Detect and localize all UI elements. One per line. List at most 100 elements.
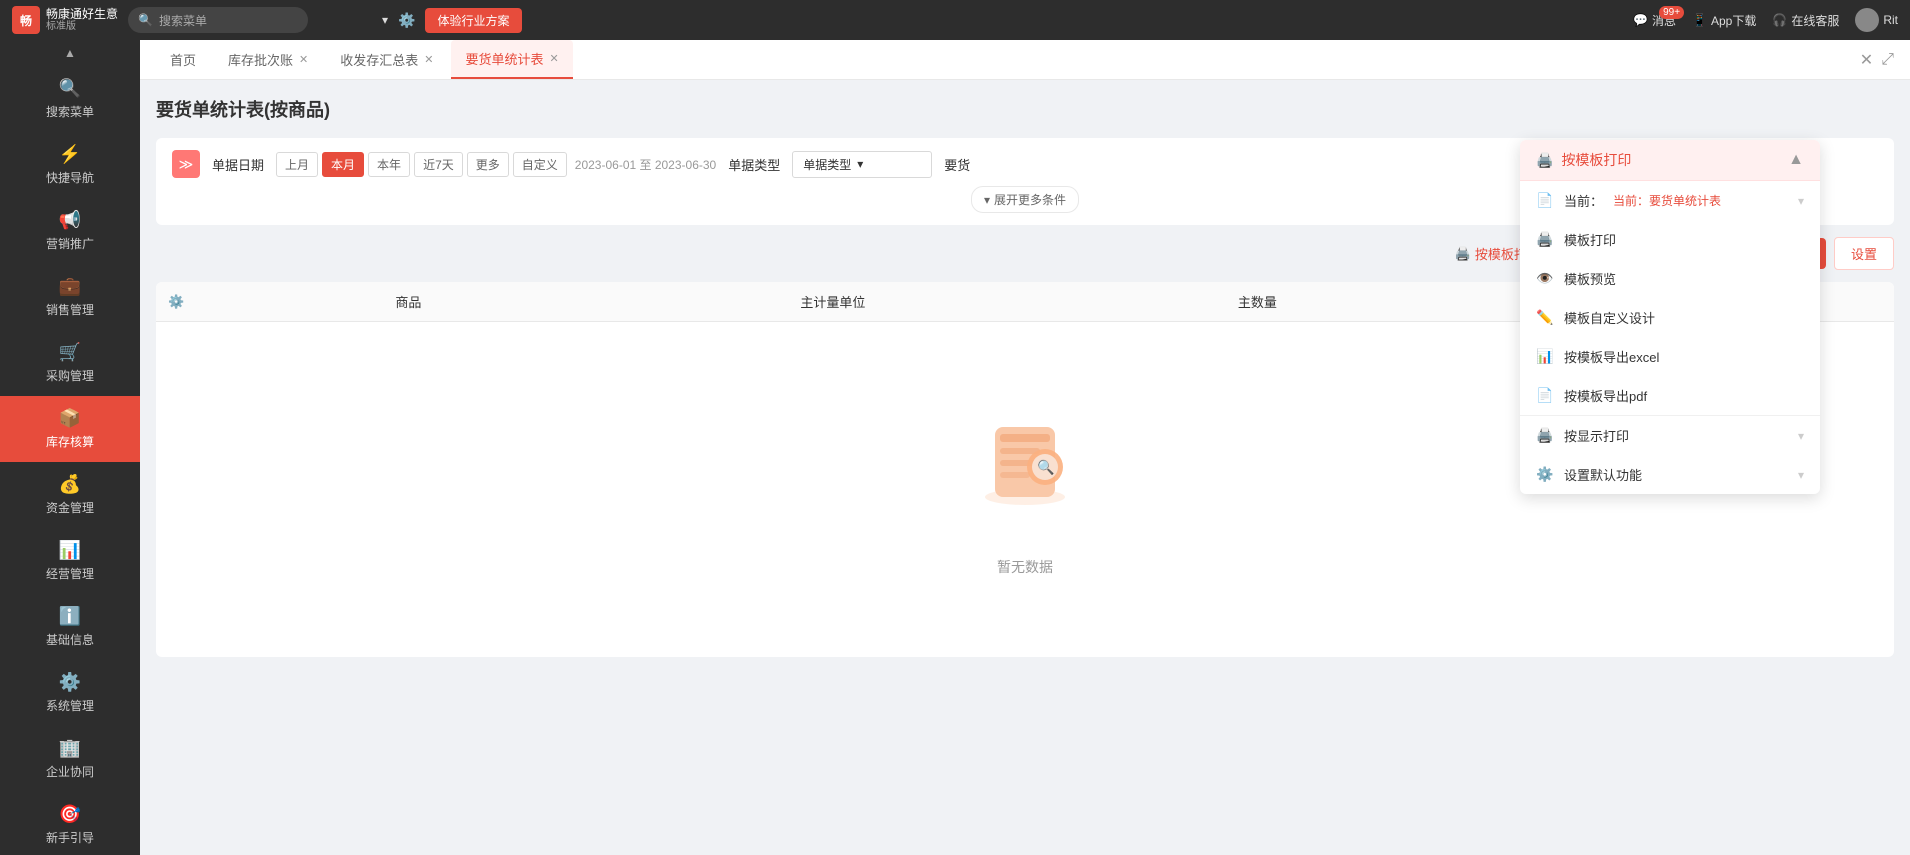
print-dropdown-panel: 🖨️ 按模板打印 ▲ 📄 当前： 当前：要货单统计表 ▾ 🖨️ 模板打印 👁️ … xyxy=(1520,140,1820,494)
top-bar-right: 💬 消息 99+ 📱 App下载 🎧 在线客服 Rit xyxy=(1633,8,1898,32)
sidebar-scroll-up[interactable]: ▲ xyxy=(0,40,140,66)
messages-item[interactable]: 💬 消息 99+ xyxy=(1633,12,1676,29)
logo-sub: 标准版 xyxy=(46,21,118,33)
app-download-label: App下载 xyxy=(1711,12,1756,29)
sidebar-label-basic: 基础信息 xyxy=(46,631,94,648)
page-title: 要货单统计表(按商品) xyxy=(156,96,1894,122)
template-pdf-icon: 📄 xyxy=(1536,387,1554,405)
tab-batch-close[interactable]: ✕ xyxy=(299,53,308,66)
display-print-arrow: ▾ xyxy=(1798,429,1804,443)
chevron-down-icon-select: ▾ xyxy=(857,157,863,171)
date-btn-7days[interactable]: 近7天 xyxy=(414,152,463,177)
enterprise-icon: 🏢 xyxy=(59,738,81,759)
expand-more-label: 展开更多条件 xyxy=(994,191,1066,208)
sidebar-item-basic[interactable]: ℹ️ 基础信息 xyxy=(0,594,140,660)
sidebar-label-system: 系统管理 xyxy=(46,697,94,714)
quick-nav-icon: ⚡ xyxy=(59,144,81,165)
set-default-icon: ⚙️ xyxy=(1536,466,1554,484)
tab-goods-stats[interactable]: 要货单统计表 ✕ xyxy=(451,40,572,79)
trial-button[interactable]: 体验行业方案 xyxy=(425,8,521,33)
logo-title: 畅康通好生意 xyxy=(46,7,118,21)
date-btn-custom[interactable]: 自定义 xyxy=(513,152,567,177)
print-current-label: 当前： xyxy=(1564,191,1603,210)
app-download-item[interactable]: 📱 App下载 xyxy=(1692,12,1756,29)
template-print-icon: 🖨️ xyxy=(1536,231,1554,249)
date-btn-last-month[interactable]: 上月 xyxy=(276,152,318,177)
search-nav-icon: 🔍 xyxy=(59,78,81,99)
tab-receipts[interactable]: 收发存汇总表 ✕ xyxy=(326,40,447,79)
tab-batch[interactable]: 库存批次账 ✕ xyxy=(214,40,322,79)
nav-dropdown[interactable]: ▾ xyxy=(318,13,388,27)
sidebar-item-quick[interactable]: ⚡ 快捷导航 xyxy=(0,132,140,198)
tab-home-label: 首页 xyxy=(170,50,196,69)
template-design-label: 模板自定义设计 xyxy=(1564,308,1655,327)
tab-receipts-label: 收发存汇总表 xyxy=(340,50,418,69)
date-btn-this-year[interactable]: 本年 xyxy=(368,152,410,177)
print-current-arrow: ▾ xyxy=(1798,194,1804,208)
date-btn-more[interactable]: 更多 xyxy=(467,152,509,177)
tab-bar-actions: ✕ ⤢ xyxy=(1860,50,1894,70)
tab-bar: 首页 库存批次账 ✕ 收发存汇总表 ✕ 要货单统计表 ✕ ✕ ⤢ xyxy=(140,40,1910,80)
sidebar-item-search[interactable]: 🔍 搜索菜单 xyxy=(0,66,140,132)
sidebar-item-operations[interactable]: 📊 经营管理 xyxy=(0,528,140,594)
messages-badge: 99+ xyxy=(1659,6,1684,19)
sidebar-item-finance[interactable]: 💰 资金管理 xyxy=(0,462,140,528)
sidebar-label-search: 搜索菜单 xyxy=(46,103,94,120)
print-template-design-item[interactable]: ✏️ 模板自定义设计 xyxy=(1520,298,1820,337)
guide-icon: 🎯 xyxy=(59,804,81,825)
headset-icon: 🎧 xyxy=(1772,13,1787,27)
date-filter-label: 单据日期 xyxy=(212,155,264,174)
sidebar-item-inventory[interactable]: 📦 库存核算 xyxy=(0,396,140,462)
print-current-item[interactable]: 📄 当前： 当前：要货单统计表 ▾ xyxy=(1520,181,1820,220)
date-btn-this-month[interactable]: 本月 xyxy=(322,152,364,177)
sidebar-item-sales[interactable]: 💼 销售管理 xyxy=(0,264,140,330)
tab-maximize-icon[interactable]: ⤢ xyxy=(1881,51,1894,69)
sidebar-item-enterprise[interactable]: 🏢 企业协同 xyxy=(0,726,140,792)
scroll-up-icon[interactable]: ▲ xyxy=(64,46,76,60)
print-template-print-item[interactable]: 🖨️ 模板打印 xyxy=(1520,220,1820,259)
set-default-item[interactable]: ⚙️ 设置默认功能 ▾ xyxy=(1520,455,1820,494)
filter-expand-button[interactable]: ≫ xyxy=(172,150,200,178)
tab-close-all-icon[interactable]: ✕ xyxy=(1860,50,1873,70)
print-template-preview-item[interactable]: 👁️ 模板预览 xyxy=(1520,259,1820,298)
tab-goods-stats-close[interactable]: ✕ xyxy=(550,52,559,65)
tab-receipts-close[interactable]: ✕ xyxy=(424,53,433,66)
sidebar-item-guide[interactable]: 🎯 新手引导 xyxy=(0,792,140,855)
printer-icon: 🖨️ xyxy=(1455,246,1471,262)
download-icon: 📱 xyxy=(1692,13,1707,27)
order-type-placeholder: 单据类型 xyxy=(803,156,851,173)
display-print-label: 按显示打印 xyxy=(1564,426,1629,445)
empty-illustration: 🔍 xyxy=(965,402,1085,541)
order-type-select[interactable]: 单据类型 ▾ xyxy=(792,151,932,178)
online-service-item[interactable]: 🎧 在线客服 xyxy=(1772,12,1839,29)
print-dropdown-close-icon[interactable]: ▲ xyxy=(1788,151,1804,169)
tab-batch-label: 库存批次账 xyxy=(228,50,293,69)
display-print-item[interactable]: 🖨️ 按显示打印 ▾ xyxy=(1520,416,1820,455)
gear-icon[interactable]: ⚙️ xyxy=(398,12,415,29)
top-search[interactable]: 🔍 搜索菜单 xyxy=(128,7,308,33)
empty-text: 暂无数据 xyxy=(997,557,1053,577)
sidebar: ▲ 🔍 搜索菜单 ⚡ 快捷导航 📢 营销推广 💼 销售管理 🛒 采购管理 📦 库… xyxy=(0,40,140,855)
svg-text:🔍: 🔍 xyxy=(1037,458,1054,476)
sidebar-item-marketing[interactable]: 📢 营销推广 xyxy=(0,198,140,264)
print-dropdown-header: 🖨️ 按模板打印 ▲ xyxy=(1520,140,1820,181)
tab-home[interactable]: 首页 xyxy=(156,40,210,79)
marketing-icon: 📢 xyxy=(59,210,81,231)
table-col-settings[interactable]: ⚙️ xyxy=(156,294,196,310)
sidebar-item-system[interactable]: ⚙️ 系统管理 xyxy=(0,660,140,726)
print-template-excel-item[interactable]: 📊 按模板导出excel xyxy=(1520,337,1820,376)
template-print-label: 模板打印 xyxy=(1564,230,1616,249)
logo-icon: 畅 xyxy=(12,6,40,34)
settings-button[interactable]: 设置 xyxy=(1834,237,1894,270)
set-default-label: 设置默认功能 xyxy=(1564,465,1642,484)
order-type-filter-label: 单据类型 xyxy=(728,155,780,174)
print-dropdown-title-text: 按模板打印 xyxy=(1561,150,1631,170)
print-template-pdf-item[interactable]: 📄 按模板导出pdf xyxy=(1520,376,1820,415)
order-type-select-box[interactable]: 单据类型 ▾ xyxy=(792,151,932,178)
expand-more-button[interactable]: ▾ 展开更多条件 xyxy=(971,186,1079,213)
sidebar-item-purchase[interactable]: 🛒 采购管理 xyxy=(0,330,140,396)
expand-down-icon: ▾ xyxy=(984,193,990,207)
user-avatar[interactable]: Rit xyxy=(1855,8,1898,32)
print-dropdown-title-group: 🖨️ 按模板打印 xyxy=(1536,150,1631,170)
app-logo: 畅 畅康通好生意 标准版 xyxy=(12,6,118,34)
